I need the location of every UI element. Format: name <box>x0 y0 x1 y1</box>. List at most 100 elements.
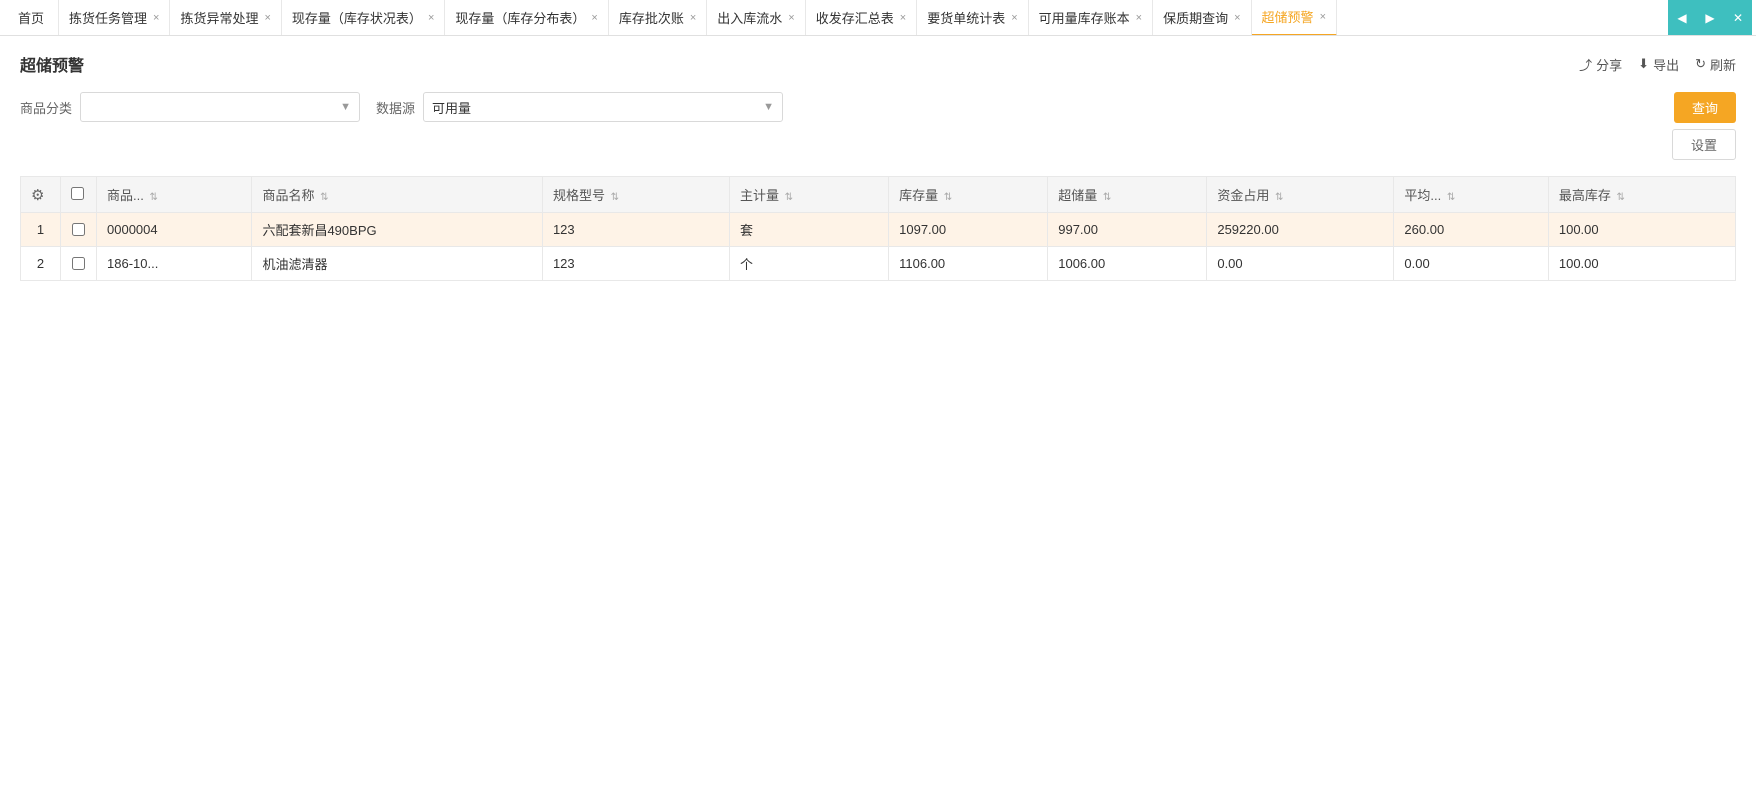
category-chevron-icon: ▼ <box>340 101 351 113</box>
tab-close-tab5[interactable]: × <box>690 12 696 24</box>
th-name-label: 商品名称 <box>262 188 314 203</box>
nav-home[interactable]: 首页 <box>4 0 59 36</box>
sort-stock-icon[interactable]: ⇅ <box>944 192 952 203</box>
th-spec: 规格型号 ⇅ <box>542 177 729 213</box>
nav-next-btn[interactable]: ▶ <box>1696 0 1724 36</box>
tab-label: 出入库流水 <box>717 8 782 27</box>
th-spec-label: 规格型号 <box>553 188 605 203</box>
tab-close-tab7[interactable]: × <box>900 12 906 24</box>
nav-tab-tab9[interactable]: 可用量库存账本 × <box>1029 0 1153 36</box>
nav-tab-tab1[interactable]: 拣货任务管理 × <box>59 0 170 36</box>
nav-tab-tab11[interactable]: 超储预警× <box>1252 0 1337 36</box>
table-body: 1 0000004 六配套新昌490BPG 123 套 1097.00 997.… <box>21 213 1736 281</box>
nav-tab-tab2[interactable]: 拣货异常处理 × <box>170 0 281 36</box>
tab-label: 可用量库存账本 <box>1039 8 1130 27</box>
th-capital-label: 资金占用 <box>1217 188 1269 203</box>
select-all-checkbox[interactable] <box>71 187 84 200</box>
cell-overstock-1: 1006.00 <box>1048 247 1207 281</box>
cell-sku-1: 186-10... <box>97 247 252 281</box>
th-sku-label: 商品... <box>107 188 144 203</box>
nav-tab-tab3[interactable]: 现存量（库存状况表）× <box>282 0 445 36</box>
export-icon: ⬇ <box>1638 56 1649 72</box>
category-filter: 商品分类 ▼ <box>20 92 360 122</box>
th-capital: 资金占用 ⇅ <box>1207 177 1394 213</box>
share-button[interactable]: ⤴ 分享 <box>1579 55 1622 74</box>
tab-close-tab3[interactable]: × <box>428 12 434 24</box>
sort-avg-icon[interactable]: ⇅ <box>1447 192 1455 203</box>
filter-area: 商品分类 ▼ 数据源 可用量 ▼ 查询 设置 <box>20 92 1736 160</box>
category-label: 商品分类 <box>20 98 72 117</box>
row-checkbox-1[interactable] <box>72 257 85 270</box>
nav-prev-btn[interactable]: ◀ <box>1668 0 1696 36</box>
cell-name-0: 六配套新昌490BPG <box>252 213 543 247</box>
row-checkbox-0[interactable] <box>72 223 85 236</box>
tab-close-tab10[interactable]: × <box>1234 12 1240 24</box>
datasource-select[interactable]: 可用量 ▼ <box>423 92 783 122</box>
tab-close-tab9[interactable]: × <box>1136 12 1142 24</box>
tab-label: 拣货异常处理 <box>180 8 258 27</box>
th-gear: ⚙ <box>21 177 61 213</box>
th-stock: 库存量 ⇅ <box>889 177 1048 213</box>
tab-label: 拣货任务管理 <box>69 8 147 27</box>
nav-tab-tab8[interactable]: 要货单统计表 × <box>917 0 1028 36</box>
th-max: 最高库存 ⇅ <box>1548 177 1735 213</box>
table-header: ⚙ 商品... ⇅ 商品名称 ⇅ 规格型号 ⇅ 主计量 <box>21 177 1736 213</box>
sort-spec-icon[interactable]: ⇅ <box>611 192 619 203</box>
nav-tab-tab4[interactable]: 现存量（库存分布表） × <box>445 0 608 36</box>
tab-close-tab11[interactable]: × <box>1320 11 1326 23</box>
tab-label: 要货单统计表 <box>927 8 1005 27</box>
cell-sku-0: 0000004 <box>97 213 252 247</box>
settings-button[interactable]: 设置 <box>1672 129 1736 160</box>
tab-close-tab2[interactable]: × <box>264 12 270 24</box>
cell-max-1: 100.00 <box>1548 247 1735 281</box>
tab-label: 库存批次账 <box>619 8 684 27</box>
table-row: 1 0000004 六配套新昌490BPG 123 套 1097.00 997.… <box>21 213 1736 247</box>
th-stock-label: 库存量 <box>899 188 938 203</box>
tab-close-tab8[interactable]: × <box>1011 12 1017 24</box>
tab-close-tab4[interactable]: × <box>591 12 597 24</box>
sort-unit-icon[interactable]: ⇅ <box>785 192 793 203</box>
table-header-row: ⚙ 商品... ⇅ 商品名称 ⇅ 规格型号 ⇅ 主计量 <box>21 177 1736 213</box>
nav-tab-tab6[interactable]: 出入库流水 × <box>707 0 805 36</box>
sort-capital-icon[interactable]: ⇅ <box>1275 192 1283 203</box>
datasource-value: 可用量 <box>432 98 471 117</box>
sort-sku-icon[interactable]: ⇅ <box>149 192 157 203</box>
page-header: 超储预警 ⤴ 分享 ⬇ 导出 ↻ 刷新 <box>20 52 1736 76</box>
nav-tab-tab10[interactable]: 保质期查询 × <box>1153 0 1251 36</box>
filter-buttons: 查询 设置 <box>1672 92 1736 160</box>
tab-close-tab6[interactable]: × <box>788 12 794 24</box>
query-button[interactable]: 查询 <box>1674 92 1736 123</box>
nav-bar: 首页 拣货任务管理×拣货异常处理×现存量（库存状况表）×现存量（库存分布表）×库… <box>0 0 1756 36</box>
refresh-icon: ↻ <box>1695 56 1706 72</box>
tab-close-tab1[interactable]: × <box>153 12 159 24</box>
table-row: 2 186-10... 机油滤清器 123 个 1106.00 1006.00 … <box>21 247 1736 281</box>
nav-tabs: 拣货任务管理×拣货异常处理×现存量（库存状况表）×现存量（库存分布表）×库存批次… <box>59 0 1668 36</box>
tab-label: 现存量（库存分布表） <box>455 8 585 27</box>
cell-capital-0: 259220.00 <box>1207 213 1394 247</box>
nav-tab-tab5[interactable]: 库存批次账 × <box>609 0 707 36</box>
datasource-chevron-icon: ▼ <box>763 101 774 113</box>
th-sku: 商品... ⇅ <box>97 177 252 213</box>
page-title: 超储预警 <box>20 52 84 76</box>
sort-name-icon[interactable]: ⇅ <box>320 192 328 203</box>
sort-max-icon[interactable]: ⇅ <box>1617 192 1625 203</box>
share-label: 分享 <box>1596 55 1622 74</box>
th-overstock: 超储量 ⇅ <box>1048 177 1207 213</box>
export-button[interactable]: ⬇ 导出 <box>1638 55 1679 74</box>
category-select[interactable]: ▼ <box>80 92 360 122</box>
nav-tab-tab7[interactable]: 收发存汇总表× <box>806 0 917 36</box>
sort-overstock-icon[interactable]: ⇅ <box>1103 192 1111 203</box>
th-avg-label: 平均... <box>1404 188 1441 203</box>
nav-close-btn[interactable]: ✕ <box>1724 0 1752 36</box>
th-overstock-label: 超储量 <box>1058 188 1097 203</box>
cell-name-1: 机油滤清器 <box>252 247 543 281</box>
share-icon: ⤴ <box>1579 55 1592 74</box>
cell-avg-0: 260.00 <box>1394 213 1548 247</box>
data-table: ⚙ 商品... ⇅ 商品名称 ⇅ 规格型号 ⇅ 主计量 <box>20 176 1736 281</box>
refresh-button[interactable]: ↻ 刷新 <box>1695 55 1736 74</box>
th-unit-label: 主计量 <box>740 188 779 203</box>
cell-check-1 <box>61 247 97 281</box>
home-label: 首页 <box>18 8 44 27</box>
tab-label: 保质期查询 <box>1163 8 1228 27</box>
gear-icon[interactable]: ⚙ <box>31 187 44 204</box>
